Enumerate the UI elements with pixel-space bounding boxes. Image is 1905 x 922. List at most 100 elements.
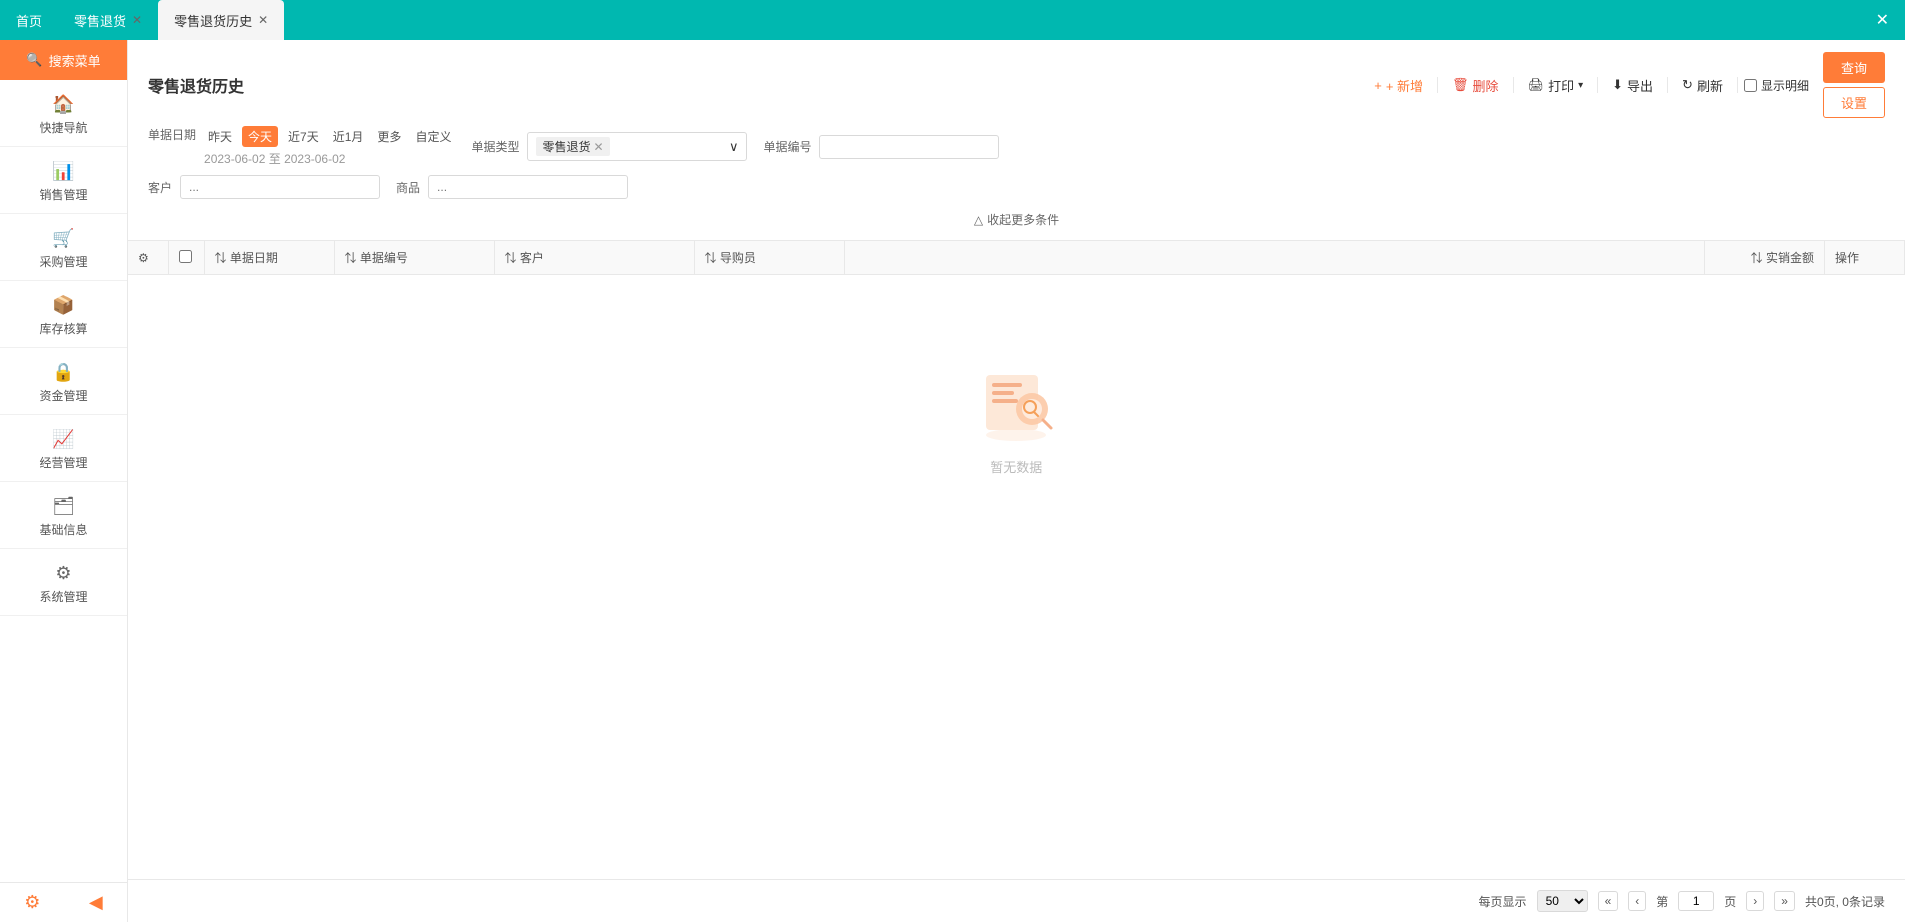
- export-button[interactable]: ⬇ 导出: [1604, 72, 1661, 99]
- bill-type-tag-label: 零售退货: [542, 138, 590, 155]
- top-bar: 首页 零售退货 ✕ 零售退货历史 ✕ ✕: [0, 0, 1905, 40]
- bill-type-tags: 零售退货 ✕: [536, 137, 609, 156]
- quick-nav-icon: 🏠: [52, 94, 74, 115]
- divider-2: [1513, 77, 1514, 93]
- date-option-7days[interactable]: 近7天: [284, 126, 323, 147]
- next-page-button[interactable]: ›: [1746, 891, 1764, 911]
- tab-list: 首页 零售退货 ✕ 零售退货历史 ✕: [0, 0, 1876, 40]
- search-icon: 🔍: [26, 52, 42, 68]
- tab-retail-return-history[interactable]: 零售退货历史 ✕: [158, 0, 284, 40]
- table-head: ⚙ ⇅ 单据日期 ⇅ 单据编号 ⇅ 客户: [128, 241, 1905, 275]
- th-bill-no[interactable]: ⇅ 单据编号: [334, 241, 494, 275]
- sales-mgmt-icon: 📊: [52, 161, 74, 182]
- query-button[interactable]: 查询: [1823, 52, 1885, 83]
- refresh-icon: ↻: [1682, 77, 1693, 93]
- th-action-label: 操作: [1835, 251, 1859, 265]
- empty-state: 暂无数据: [128, 275, 1905, 556]
- add-icon: +: [1374, 78, 1382, 93]
- delete-button[interactable]: 🗑 删除: [1444, 72, 1507, 99]
- th-customer[interactable]: ⇅ 客户: [494, 241, 694, 275]
- bill-no-input[interactable]: [819, 135, 999, 159]
- tab-retail-return-history-close[interactable]: ✕: [258, 13, 268, 27]
- th-amount-label: ⇅ 实销金额: [1751, 251, 1814, 265]
- th-spacer: [844, 241, 1705, 275]
- last-page-button[interactable]: »: [1774, 891, 1795, 911]
- print-icon: 🖨: [1528, 77, 1545, 93]
- prev-page-button[interactable]: ‹: [1628, 891, 1646, 911]
- tab-home[interactable]: 首页: [0, 0, 58, 40]
- bill-type-tag: 零售退货 ✕: [536, 137, 609, 156]
- pagination-bar: 每页显示 20 50 100 « ‹ 第 页 › » 共0页, 0条记录: [128, 879, 1905, 922]
- add-button[interactable]: + + 新增: [1366, 72, 1431, 99]
- date-option-yesterday[interactable]: 昨天: [204, 126, 236, 147]
- divider-1: [1437, 77, 1438, 93]
- sidebar-item-finance-mgmt[interactable]: 🔒 资金管理: [0, 348, 127, 415]
- sidebar-settings-icon[interactable]: ⚙: [24, 892, 40, 913]
- print-button[interactable]: 🖨 打印 ▾: [1520, 72, 1592, 99]
- window-close-button[interactable]: ✕: [1876, 10, 1905, 30]
- empty-illustration: [966, 355, 1066, 445]
- sidebar-search[interactable]: 🔍 搜索菜单: [0, 40, 127, 80]
- date-option-today[interactable]: 今天: [242, 126, 278, 147]
- date-range-display: 2023-06-02 至 2023-06-02: [204, 150, 455, 167]
- date-option-1month[interactable]: 近1月: [329, 126, 368, 147]
- tab-retail-return-close[interactable]: ✕: [132, 13, 142, 27]
- collapse-button[interactable]: △ 收起更多条件: [148, 207, 1885, 232]
- table-area: ⚙ ⇅ 单据日期 ⇅ 单据编号 ⇅ 客户: [128, 241, 1905, 879]
- sidebar-item-sales-mgmt-label: 销售管理: [39, 186, 87, 203]
- refresh-button[interactable]: ↻ 刷新: [1674, 72, 1731, 99]
- page-title: 零售退货历史: [148, 73, 244, 97]
- date-option-more[interactable]: 更多: [373, 126, 405, 147]
- bill-type-dropdown-icon: ∨: [729, 139, 739, 155]
- sidebar-item-quick-nav[interactable]: 🏠 快捷导航: [0, 80, 127, 147]
- setting-button[interactable]: 设置: [1823, 87, 1885, 118]
- tab-home-label: 首页: [16, 11, 42, 30]
- customer-label: 客户: [148, 179, 172, 196]
- sidebar-item-system-mgmt[interactable]: ⚙ 系统管理: [0, 549, 127, 616]
- sidebar-item-inventory-label: 库存核算: [39, 320, 87, 337]
- th-guide-label: ⇅ 导购员: [705, 251, 756, 265]
- bill-type-select[interactable]: 零售退货 ✕ ∨: [527, 132, 747, 161]
- sidebar-item-basic-info[interactable]: 🗂 基础信息: [0, 482, 127, 549]
- sidebar-item-operations-mgmt[interactable]: 📈 经营管理: [0, 415, 127, 482]
- filter-row-1: 单据日期 昨天 今天 近7天 近1月 更多 自定义 2023-06-02 至 2…: [148, 126, 1885, 167]
- sidebar-item-purchase-mgmt[interactable]: 🛒 采购管理: [0, 214, 127, 281]
- sidebar: 🔍 搜索菜单 🏠 快捷导航 📊 销售管理 🛒 采购管理 📦 库存核算 🔒: [0, 40, 128, 922]
- goods-filter-group: 商品: [396, 175, 628, 199]
- sidebar-item-basic-info-label: 基础信息: [39, 521, 87, 538]
- bill-no-label: 单据编号: [763, 138, 811, 155]
- first-page-button[interactable]: «: [1598, 891, 1619, 911]
- content-area: 零售退货历史 + + 新增 🗑 删除 🖨 打印 ▾: [128, 40, 1905, 922]
- goods-label: 商品: [396, 179, 420, 196]
- bill-type-tag-remove[interactable]: ✕: [593, 140, 603, 154]
- print-dropdown-icon: ▾: [1578, 80, 1583, 91]
- collapse-up-icon: △: [974, 213, 983, 227]
- th-guide[interactable]: ⇅ 导购员: [694, 241, 844, 275]
- th-settings[interactable]: ⚙: [128, 241, 168, 275]
- date-options-column: 昨天 今天 近7天 近1月 更多 自定义 2023-06-02 至 2023-0…: [204, 126, 455, 167]
- th-date[interactable]: ⇅ 单据日期: [204, 241, 334, 275]
- date-options: 昨天 今天 近7天 近1月 更多 自定义: [204, 126, 455, 147]
- show-detail-checkbox[interactable]: [1744, 79, 1757, 92]
- customer-input[interactable]: [180, 175, 380, 199]
- tab-retail-return[interactable]: 零售退货 ✕: [58, 0, 158, 40]
- sidebar-collapse-icon[interactable]: ◀: [89, 892, 103, 913]
- current-page-input[interactable]: [1678, 891, 1714, 911]
- th-checkbox[interactable]: [168, 241, 204, 275]
- sidebar-item-sales-mgmt[interactable]: 📊 销售管理: [0, 147, 127, 214]
- filter-area: 单据日期 昨天 今天 近7天 近1月 更多 自定义 2023-06-02 至 2…: [128, 126, 1905, 240]
- export-label: 导出: [1627, 76, 1653, 95]
- show-detail-checkbox-label[interactable]: 显示明细: [1744, 77, 1809, 94]
- date-filter-label: 单据日期: [148, 126, 196, 143]
- purchase-mgmt-icon: 🛒: [52, 228, 74, 249]
- page-size-label: 每页显示: [1479, 893, 1527, 910]
- settings-icon[interactable]: ⚙: [138, 251, 149, 265]
- goods-input[interactable]: [428, 175, 628, 199]
- sidebar-item-inventory[interactable]: 📦 库存核算: [0, 281, 127, 348]
- th-bill-no-label: ⇅ 单据编号: [345, 251, 408, 265]
- th-amount[interactable]: ⇅ 实销金额: [1705, 241, 1825, 275]
- select-all-checkbox[interactable]: [179, 250, 192, 263]
- date-option-custom[interactable]: 自定义: [411, 126, 455, 147]
- sidebar-item-purchase-mgmt-label: 采购管理: [39, 253, 87, 270]
- page-size-select[interactable]: 20 50 100: [1537, 890, 1588, 912]
